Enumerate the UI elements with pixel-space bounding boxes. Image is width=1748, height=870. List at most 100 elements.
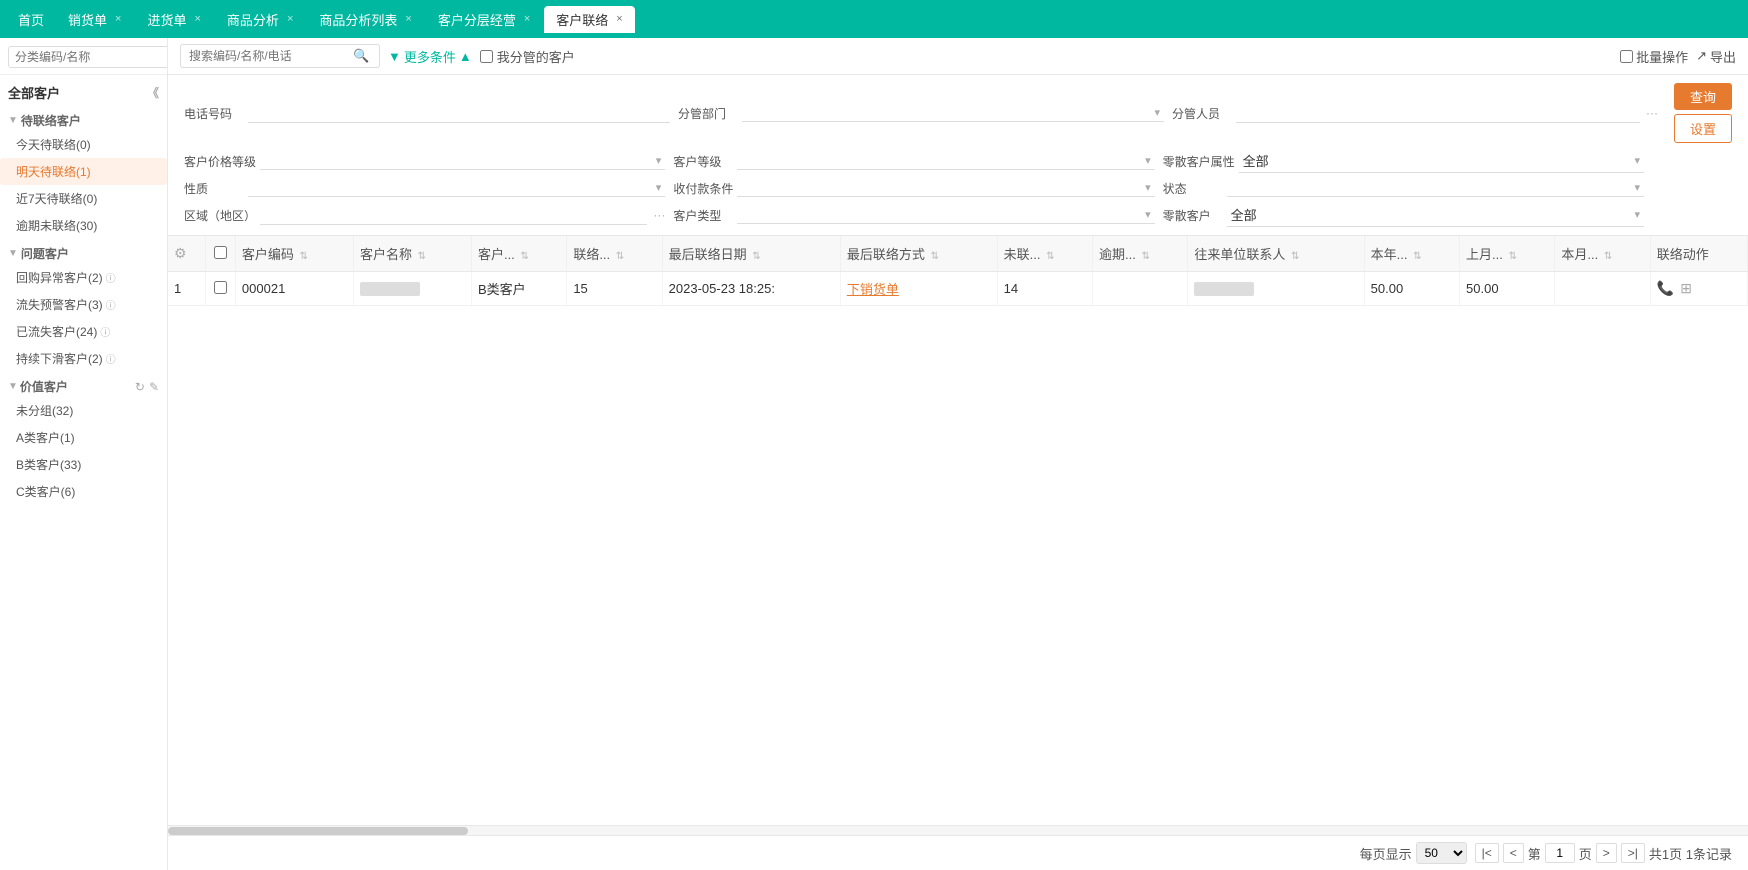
sidebar-item-ungroup[interactable]: 未分组(32) [0,397,167,424]
nav-item-0[interactable]: 销货单 × [56,6,133,33]
this-month-sort-icon[interactable]: ⇅ [1604,251,1612,262]
nav-home[interactable]: 首页 [8,6,54,33]
dept-chevron-icon: ▾ [1154,106,1160,119]
sidebar-item-tomorrow[interactable]: 明天待联络(1) [0,158,167,185]
table-row: 1 000021 B类客户 15 2023-05-23 18:25: 下销货单 … [168,272,1748,306]
nav-item-5[interactable]: 客户联络 × [544,6,634,33]
nav-close-2[interactable]: × [287,13,293,25]
my-customers-filter[interactable]: 我分管的客户 [480,47,575,66]
name-sort-icon[interactable]: ⇅ [418,251,426,262]
action-call-icon[interactable]: 📞 [1657,280,1674,297]
last-method-link[interactable]: 下销货单 [847,282,899,297]
unit-contact-sort-icon[interactable]: ⇅ [1291,251,1299,262]
my-customers-checkbox[interactable] [480,50,493,63]
code-sort-icon[interactable]: ⇅ [300,251,308,262]
value-refresh-icon[interactable]: ↻ [135,380,145,394]
filter-manager-input[interactable] [1236,104,1640,123]
row-this-year: 50.00 [1364,272,1459,306]
uncontacted-sort-icon[interactable]: ⇅ [1046,251,1054,262]
gear-icon[interactable]: ⚙ [174,245,187,261]
filter-customer-type-label: 客户类型 [673,207,733,224]
nav-close-4[interactable]: × [524,13,530,25]
last-method-sort-icon[interactable]: ⇅ [930,251,938,262]
filter-region: 区域（地区） ··· [184,206,665,225]
export-button[interactable]: ↗ 导出 [1696,47,1736,66]
filter-phone-label: 电话号码 [184,105,244,122]
sidebar-group-pending[interactable]: 待联络客户 [0,106,167,131]
sidebar-item-declining[interactable]: 持续下滑客户(2) ⓘ [0,345,167,372]
sidebar-item-today[interactable]: 今天待联络(0) [0,131,167,158]
main-layout: 🔍 全部客户 《 待联络客户 今天待联络(0) 明天待联络(1) 近7天待联络(… [0,38,1748,870]
filter-customer-level: 客户等级 ▾ [673,152,1154,170]
setting-button[interactable]: 设置 [1674,114,1732,143]
all-customers-label: 全部客户 [8,83,60,102]
toolbar-search-icon[interactable]: 🔍 [353,48,369,64]
top-nav: 首页 销货单 × 进货单 × 商品分析 × 商品分析列表 × 客户分层经营 × … [0,0,1748,38]
filter-phone-input[interactable] [248,104,670,123]
sidebar-item-overdue[interactable]: 逾期未联络(30) [0,212,167,239]
sidebar-item-c-class[interactable]: C类客户(6) [0,478,167,505]
nav-item-3[interactable]: 商品分析列表 × [307,6,423,33]
filter-region-input[interactable] [260,206,647,225]
sidebar-group-problems[interactable]: 问题客户 [0,239,167,264]
value-edit-icon[interactable]: ✎ [149,380,159,394]
contact-sort-icon[interactable]: ⇅ [616,251,624,262]
this-year-sort-icon[interactable]: ⇅ [1413,251,1421,262]
sidebar-item-7days[interactable]: 近7天待联络(0) [0,185,167,212]
filter-scattered-select[interactable]: 全部 ▾ [1227,203,1644,227]
sidebar-collapse-icon[interactable]: 《 [147,84,159,101]
type-sort-icon[interactable]: ⇅ [520,251,528,262]
sidebar-item-b-class[interactable]: B类客户(33) [0,451,167,478]
select-all-checkbox[interactable] [214,246,227,259]
more-conditions-button[interactable]: ▼ 更多条件 ▲ [388,47,472,66]
filter-nature-select[interactable]: ▾ [248,179,665,197]
filter-scattered-attr-select[interactable]: 全部 ▾ [1239,149,1644,173]
row-overdue [1093,272,1188,306]
nav-close-5[interactable]: × [616,13,622,25]
per-page-select[interactable]: 50 10 20 100 [1416,842,1467,864]
sidebar-item-churned[interactable]: 已流失客户(24) ⓘ [0,318,167,345]
nav-item-4[interactable]: 客户分层经营 × [426,6,542,33]
last-month-sort-icon[interactable]: ⇅ [1508,251,1516,262]
sidebar-search-input[interactable] [8,46,168,68]
filter-customer-level-select[interactable]: ▾ [737,152,1154,170]
search-input[interactable] [189,49,349,63]
filter-price-level-select[interactable]: ▾ [260,152,665,170]
filter-actions: 查询 设置 [1674,83,1732,143]
scrollbar-thumb[interactable] [168,827,468,835]
first-page-button[interactable]: |< [1475,843,1499,863]
bulk-operation-button[interactable]: 批量操作 [1620,47,1688,66]
region-dots-icon[interactable]: ··· [653,208,665,222]
bulk-checkbox[interactable] [1620,50,1633,63]
overdue-sort-icon[interactable]: ⇅ [1141,251,1149,262]
page-input[interactable] [1545,843,1575,863]
sidebar-group-value-header: ▼ 价值客户 ↻ ✎ [0,372,167,397]
nav-close-1[interactable]: × [194,13,200,25]
row-checkbox[interactable] [214,281,227,294]
filter-status-select[interactable]: ▾ [1227,179,1644,197]
col-this-year: 本年... ⇅ [1364,236,1459,272]
toolbar-right: 批量操作 ↗ 导出 [1620,47,1736,66]
prev-page-button[interactable]: < [1503,843,1524,863]
action-grid-icon[interactable]: ⊞ [1680,280,1692,297]
filter-status-label: 状态 [1163,180,1223,197]
filter-dept-select[interactable]: ▾ [742,104,1164,122]
sidebar-item-a-class[interactable]: A类客户(1) [0,424,167,451]
query-button[interactable]: 查询 [1674,83,1732,110]
next-page-button[interactable]: > [1596,843,1617,863]
last-date-sort-icon[interactable]: ⇅ [752,251,760,262]
sidebar-item-repurchase-abnormal[interactable]: 回购异常客户(2) ⓘ [0,264,167,291]
nav-item-1[interactable]: 进货单 × [135,6,212,33]
horizontal-scrollbar[interactable] [168,825,1748,835]
nav-close-0[interactable]: × [115,13,121,25]
last-page-button[interactable]: >| [1621,843,1645,863]
nav-item-2[interactable]: 商品分析 × [215,6,305,33]
all-customers-header[interactable]: 全部客户 《 [0,75,167,106]
manager-dots-icon[interactable]: ··· [1646,106,1658,120]
filter-payment-terms-select[interactable]: ▾ [737,179,1154,197]
per-page-label: 每页显示 [1360,844,1412,863]
sidebar-item-churn-warning[interactable]: 流失预警客户(3) ⓘ [0,291,167,318]
filter-customer-type-select[interactable]: ▾ [737,206,1154,224]
filter-price-level-label: 客户价格等级 [184,153,256,170]
nav-close-3[interactable]: × [405,13,411,25]
